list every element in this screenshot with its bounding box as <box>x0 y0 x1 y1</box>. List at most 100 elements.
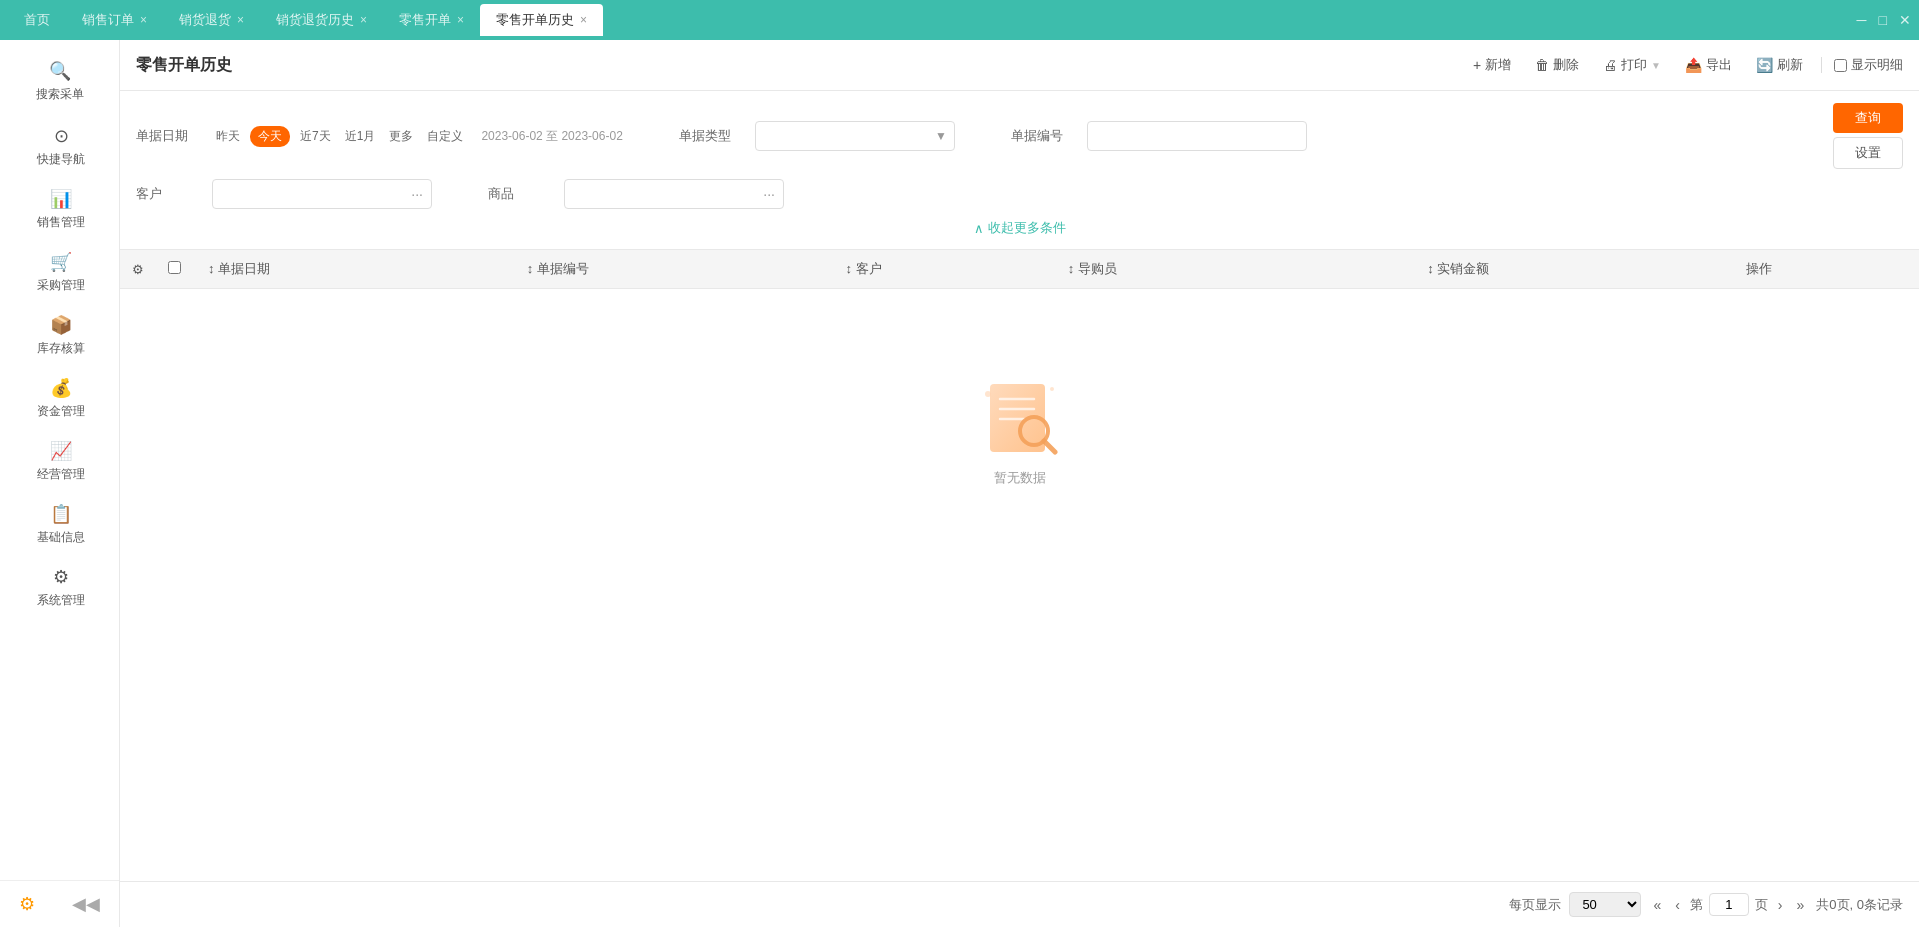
goods-dots-btn[interactable]: ··· <box>763 186 775 202</box>
empty-text: 暂无数据 <box>994 469 1046 487</box>
display-detail-toggle[interactable]: 显示明细 <box>1834 56 1903 74</box>
sidebar-item-sys-mgmt[interactable]: ⚙ 系统管理 <box>0 556 119 619</box>
page-nav: « ‹ 第 页 › » <box>1649 893 1808 916</box>
maximize-btn[interactable]: □ <box>1879 12 1887 28</box>
tab-bar: 首页 销售订单 × 销货退货 × 销货退货历史 × 零售开单 × 零售开单历史 … <box>0 0 1919 40</box>
content: 零售开单历史 + 新增 🗑 删除 🖨 打印 ▼ 📤 导出 <box>120 40 1919 927</box>
sidebar-settings-icon[interactable]: ⚙ <box>19 893 35 915</box>
date-btn-today[interactable]: 今天 <box>250 126 290 147</box>
customer-input[interactable] <box>221 187 407 202</box>
customer-filter-label: 客户 <box>136 185 196 203</box>
date-btn-custom[interactable]: 自定义 <box>423 126 467 147</box>
customer-dots-btn[interactable]: ··· <box>411 186 423 202</box>
bill-no-input[interactable] <box>1087 121 1307 151</box>
col-bill-no[interactable]: ↕ 单据编号 <box>515 250 834 289</box>
display-detail-checkbox[interactable] <box>1834 59 1847 72</box>
per-page-select[interactable]: 50 100 200 <box>1569 892 1641 917</box>
query-button[interactable]: 查询 <box>1833 103 1903 133</box>
tab-sales-return-history[interactable]: 销货退货历史 × <box>260 4 383 36</box>
main-layout: 🔍 搜索采单 ⊙ 快捷导航 📊 销售管理 🛒 采购管理 📦 库存核算 💰 资金管… <box>0 40 1919 927</box>
export-button[interactable]: 📤 导出 <box>1679 52 1738 78</box>
toolbar: + 新增 🗑 删除 🖨 打印 ▼ 📤 导出 🔄 <box>1467 52 1903 78</box>
search-icon: 🔍 <box>49 60 71 82</box>
svg-line-5 <box>1044 441 1055 452</box>
tab-sales-order-close[interactable]: × <box>140 14 147 26</box>
close-btn[interactable]: ✕ <box>1899 12 1911 28</box>
table-header-row: ⚙ ↕ 单据日期 ↕ 单据编号 <box>120 250 1919 289</box>
date-range-display: 2023-06-02 至 2023-06-02 <box>481 128 622 145</box>
date-btn-yesterday[interactable]: 昨天 <box>212 126 244 147</box>
per-page-label: 每页显示 <box>1509 896 1561 914</box>
print-icon: 🖨 <box>1603 57 1617 73</box>
tab-retail-open[interactable]: 零售开单 × <box>383 4 480 36</box>
date-btn-1month[interactable]: 近1月 <box>341 126 380 147</box>
settings-gear-icon[interactable]: ⚙ <box>132 262 144 277</box>
export-icon: 📤 <box>1685 57 1702 73</box>
sales-mgmt-icon: 📊 <box>50 188 72 210</box>
sidebar-item-sales-mgmt[interactable]: 📊 销售管理 <box>0 178 119 241</box>
tab-sales-return[interactable]: 销货退货 × <box>163 4 260 36</box>
sys-mgmt-icon: ⚙ <box>53 566 69 588</box>
page-input[interactable] <box>1709 893 1749 916</box>
window-controls: ─ □ ✕ <box>1857 12 1911 28</box>
page-prefix-label: 第 <box>1690 896 1703 914</box>
add-icon: + <box>1473 57 1481 73</box>
sidebar-item-basic-info[interactable]: 📋 基础信息 <box>0 493 119 556</box>
prev-page-btn[interactable]: ‹ <box>1671 895 1684 915</box>
purchase-mgmt-icon: 🛒 <box>50 251 72 273</box>
bill-no-label: 单据编号 <box>1011 127 1071 145</box>
quick-nav-icon: ⊙ <box>54 125 69 147</box>
sidebar-item-finance[interactable]: 💰 资金管理 <box>0 367 119 430</box>
col-settings[interactable]: ⚙ <box>120 250 156 289</box>
sidebar-item-quick-nav[interactable]: ⊙ 快捷导航 <box>0 115 119 178</box>
goods-input[interactable] <box>573 187 759 202</box>
page-total-text: 共0页, 0条记录 <box>1816 896 1903 914</box>
date-filter-label: 单据日期 <box>136 127 196 145</box>
col-amount[interactable]: ↕ 实销金额 <box>1415 250 1734 289</box>
empty-state-row: 暂无数据 <box>120 289 1919 568</box>
tab-retail-open-history-close[interactable]: × <box>580 14 587 26</box>
sidebar-item-operations[interactable]: 📈 经营管理 <box>0 430 119 493</box>
date-btn-more[interactable]: 更多 <box>385 126 417 147</box>
col-guide[interactable]: ↕ 导购员 <box>1056 250 1327 289</box>
tab-sales-return-close[interactable]: × <box>237 14 244 26</box>
col-checkbox[interactable] <box>156 250 196 289</box>
sidebar-item-inventory[interactable]: 📦 库存核算 <box>0 304 119 367</box>
tab-retail-open-history[interactable]: 零售开单历史 × <box>480 4 603 36</box>
filter-row-2: 客户 ··· 商品 ··· <box>136 179 1903 209</box>
col-customer[interactable]: ↕ 客户 <box>833 250 1055 289</box>
refresh-icon: 🔄 <box>1756 57 1773 73</box>
print-dropdown-icon: ▼ <box>1651 60 1661 71</box>
tab-sales-return-history-close[interactable]: × <box>360 14 367 26</box>
print-button[interactable]: 🖨 打印 ▼ <box>1597 52 1667 78</box>
customer-input-wrapper: ··· <box>212 179 432 209</box>
sidebar-bottom: ⚙ ◀◀ <box>0 880 119 927</box>
add-button[interactable]: + 新增 <box>1467 52 1517 78</box>
tab-sales-order[interactable]: 销售订单 × <box>66 4 163 36</box>
delete-button[interactable]: 🗑 删除 <box>1529 52 1585 78</box>
first-page-btn[interactable]: « <box>1649 895 1665 915</box>
sidebar-search[interactable]: 🔍 搜索采单 <box>0 48 119 115</box>
col-date[interactable]: ↕ 单据日期 <box>196 250 515 289</box>
next-page-btn[interactable]: › <box>1774 895 1787 915</box>
date-btn-7days[interactable]: 近7天 <box>296 126 335 147</box>
minimize-btn[interactable]: ─ <box>1857 12 1867 28</box>
svg-point-7 <box>1050 387 1054 391</box>
bill-type-select[interactable] <box>755 121 955 151</box>
page-title: 零售开单历史 <box>136 55 232 76</box>
sidebar-collapse-icon[interactable]: ◀◀ <box>72 893 100 915</box>
pagination-bar: 每页显示 50 100 200 « ‹ 第 页 › » 共0页, 0条记录 <box>120 881 1919 927</box>
tab-retail-open-close[interactable]: × <box>457 14 464 26</box>
col-action: 操作 <box>1734 250 1919 289</box>
sidebar-item-purchase-mgmt[interactable]: 🛒 采购管理 <box>0 241 119 304</box>
refresh-button[interactable]: 🔄 刷新 <box>1750 52 1809 78</box>
finance-icon: 💰 <box>50 377 72 399</box>
table-body: 暂无数据 <box>120 289 1919 568</box>
tab-home[interactable]: 首页 <box>8 4 66 36</box>
last-page-btn[interactable]: » <box>1793 895 1809 915</box>
settings-button[interactable]: 设置 <box>1833 137 1903 169</box>
delete-icon: 🗑 <box>1535 57 1549 73</box>
collapse-button[interactable]: ∧ 收起更多条件 <box>136 219 1903 237</box>
date-buttons: 昨天 今天 近7天 近1月 更多 自定义 2023-06-02 至 2023-0… <box>212 126 623 147</box>
select-all-checkbox[interactable] <box>168 261 181 274</box>
